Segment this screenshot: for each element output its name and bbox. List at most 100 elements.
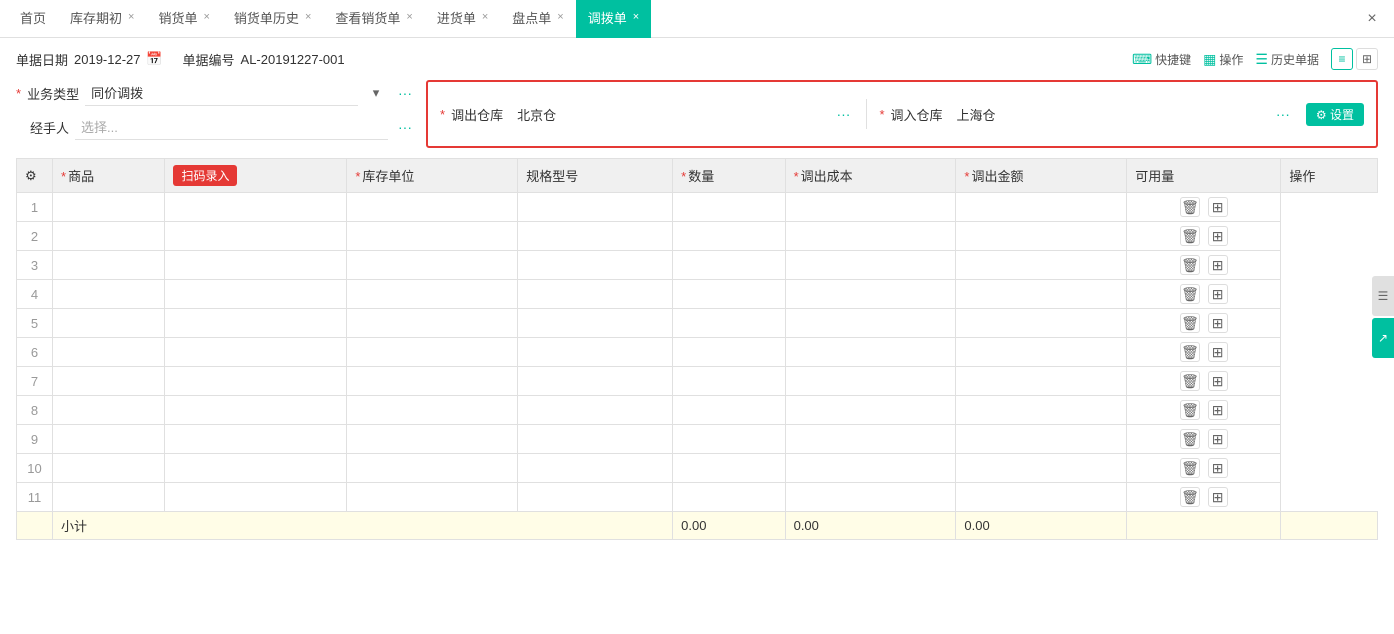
qty-cell[interactable] (518, 309, 673, 338)
copy-icon[interactable]: ⊞ (1208, 284, 1228, 304)
cost-cell[interactable] (673, 251, 785, 280)
copy-icon[interactable]: ⊞ (1208, 197, 1228, 217)
qty-cell[interactable] (518, 280, 673, 309)
amount-cell[interactable] (785, 425, 956, 454)
qty-cell[interactable] (518, 483, 673, 512)
amount-cell[interactable] (785, 251, 956, 280)
available-cell[interactable] (956, 454, 1127, 483)
qty-cell[interactable] (518, 425, 673, 454)
copy-icon[interactable]: ⊞ (1208, 458, 1228, 478)
amount-cell[interactable] (785, 338, 956, 367)
tab-view-sales[interactable]: 查看销货单 × (323, 0, 424, 38)
cost-cell[interactable] (673, 309, 785, 338)
product-cell[interactable] (53, 251, 165, 280)
product-cell[interactable] (53, 309, 165, 338)
copy-icon[interactable]: ⊞ (1208, 371, 1228, 391)
copy-icon[interactable]: ⊞ (1208, 342, 1228, 362)
product-cell[interactable] (53, 222, 165, 251)
delete-icon[interactable]: 🗑 (1180, 255, 1200, 275)
qty-cell[interactable] (518, 222, 673, 251)
spec-cell[interactable] (347, 425, 518, 454)
amount-cell[interactable] (785, 309, 956, 338)
in-warehouse-value[interactable]: 上海仓 (957, 105, 996, 124)
settings-button[interactable]: ⚙ 设置 (1306, 103, 1364, 126)
side-export-btn[interactable]: ↗ (1372, 318, 1394, 358)
cost-cell[interactable] (673, 454, 785, 483)
delete-icon[interactable]: 🗑 (1180, 284, 1200, 304)
qty-cell[interactable] (518, 454, 673, 483)
unit-cell[interactable] (165, 309, 347, 338)
calendar-icon[interactable]: 📅 (147, 51, 163, 67)
close-icon[interactable]: × (482, 12, 488, 23)
unit-cell[interactable] (165, 280, 347, 309)
amount-cell[interactable] (785, 454, 956, 483)
delete-icon[interactable]: 🗑 (1180, 429, 1200, 449)
delete-icon[interactable]: 🗑 (1180, 400, 1200, 420)
copy-icon[interactable]: ⊞ (1208, 487, 1228, 507)
unit-cell[interactable] (165, 367, 347, 396)
delete-icon[interactable]: 🗑 (1180, 487, 1200, 507)
cost-cell[interactable] (673, 338, 785, 367)
spec-cell[interactable] (347, 251, 518, 280)
close-icon[interactable]: × (406, 12, 412, 23)
biz-type-dropdown-icon[interactable]: ▾ (364, 81, 388, 105)
available-cell[interactable] (956, 367, 1127, 396)
tab-sales-history[interactable]: 销货单历史 × (222, 0, 323, 38)
product-cell[interactable] (53, 454, 165, 483)
delete-icon[interactable]: 🗑 (1180, 226, 1200, 246)
tab-sales-order[interactable]: 销货单 × (146, 0, 221, 38)
handler-more-btn[interactable]: ··· (394, 119, 416, 135)
close-icon[interactable]: × (203, 12, 209, 23)
copy-icon[interactable]: ⊞ (1208, 400, 1228, 420)
spec-cell[interactable] (347, 454, 518, 483)
qty-cell[interactable] (518, 367, 673, 396)
cost-cell[interactable] (673, 280, 785, 309)
available-cell[interactable] (956, 222, 1127, 251)
qty-cell[interactable] (518, 338, 673, 367)
qty-cell[interactable] (518, 251, 673, 280)
available-cell[interactable] (956, 251, 1127, 280)
amount-cell[interactable] (785, 483, 956, 512)
cost-cell[interactable] (673, 483, 785, 512)
tab-home[interactable]: 首页 (8, 0, 58, 38)
tab-purchase[interactable]: 进货单 × (425, 0, 500, 38)
layout-list-btn[interactable]: ≡ (1331, 48, 1353, 70)
spec-cell[interactable] (347, 193, 518, 222)
copy-icon[interactable]: ⊞ (1208, 429, 1228, 449)
available-cell[interactable] (956, 483, 1127, 512)
available-cell[interactable] (956, 193, 1127, 222)
available-cell[interactable] (956, 338, 1127, 367)
available-cell[interactable] (956, 309, 1127, 338)
amount-cell[interactable] (785, 280, 956, 309)
unit-cell[interactable] (165, 193, 347, 222)
delete-icon[interactable]: 🗑 (1180, 313, 1200, 333)
product-cell[interactable] (53, 367, 165, 396)
amount-cell[interactable] (785, 193, 956, 222)
cost-cell[interactable] (673, 222, 785, 251)
spec-cell[interactable] (347, 338, 518, 367)
qty-cell[interactable] (518, 396, 673, 425)
amount-cell[interactable] (785, 367, 956, 396)
copy-icon[interactable]: ⊞ (1208, 313, 1228, 333)
unit-cell[interactable] (165, 425, 347, 454)
delete-icon[interactable]: 🗑 (1180, 371, 1200, 391)
product-cell[interactable] (53, 193, 165, 222)
operation-button[interactable]: ▦ 操作 (1203, 51, 1243, 68)
unit-cell[interactable] (165, 454, 347, 483)
amount-cell[interactable] (785, 396, 956, 425)
unit-cell[interactable] (165, 222, 347, 251)
th-gear[interactable]: ⚙ (17, 159, 53, 193)
spec-cell[interactable] (347, 280, 518, 309)
amount-cell[interactable] (785, 222, 956, 251)
tab-stocktake[interactable]: 盘点单 × (500, 0, 575, 38)
out-warehouse-more-btn[interactable]: ··· (832, 106, 854, 122)
qty-cell[interactable] (518, 193, 673, 222)
history-button[interactable]: ☰ 历史单据 (1255, 51, 1319, 68)
spec-cell[interactable] (347, 483, 518, 512)
product-cell[interactable] (53, 425, 165, 454)
product-cell[interactable] (53, 396, 165, 425)
handler-select[interactable]: 选择... (75, 114, 388, 140)
available-cell[interactable] (956, 425, 1127, 454)
cost-cell[interactable] (673, 425, 785, 454)
delete-icon[interactable]: 🗑 (1180, 342, 1200, 362)
